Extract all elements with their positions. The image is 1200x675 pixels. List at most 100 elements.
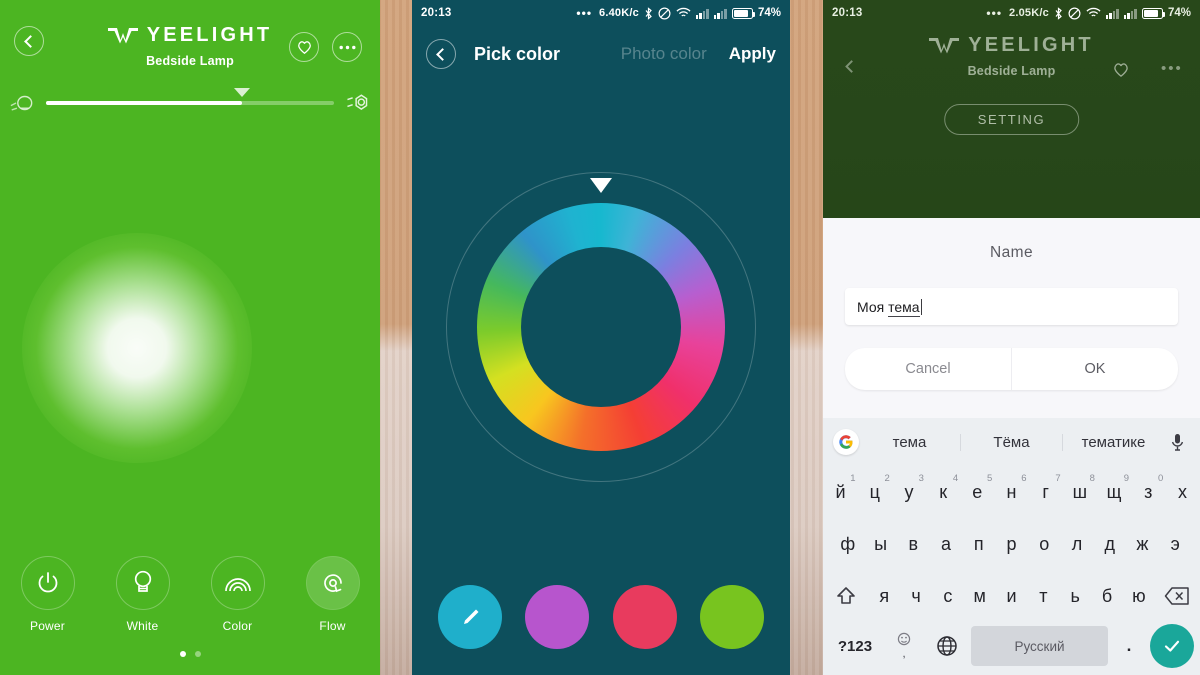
tab-white[interactable]: White: [104, 556, 182, 633]
key-г[interactable]: 7г: [1030, 470, 1061, 514]
dialog-title: Name: [990, 244, 1033, 261]
key-num: 5: [987, 473, 993, 484]
key-label: г: [1042, 481, 1049, 502]
key-б[interactable]: б: [1093, 574, 1122, 618]
key-label: ц: [869, 481, 880, 502]
key-ж[interactable]: ж: [1128, 522, 1158, 566]
slider-track[interactable]: [46, 88, 334, 105]
key-к[interactable]: 4к: [928, 470, 959, 514]
key-з[interactable]: 0з: [1133, 470, 1164, 514]
suggestion-1[interactable]: тема: [859, 434, 960, 451]
input-text-plain: Моя: [857, 298, 889, 315]
key-ы[interactable]: ы: [866, 522, 896, 566]
dimmed-app-background: 20:13 ••• 2.05K/c 74% YEELIGHT Bedside L…: [823, 0, 1200, 218]
key-ш[interactable]: 8ш: [1064, 470, 1095, 514]
key-ц[interactable]: 2ц: [859, 470, 890, 514]
key-ю[interactable]: ю: [1124, 574, 1153, 618]
key-х[interactable]: х: [1167, 470, 1198, 514]
shift-icon[interactable]: [825, 574, 867, 618]
key-л[interactable]: л: [1062, 522, 1092, 566]
key-num: 3: [918, 473, 924, 484]
ok-button[interactable]: OK: [1011, 348, 1178, 390]
key-у[interactable]: 3у: [893, 470, 924, 514]
period-key[interactable]: .: [1112, 626, 1146, 666]
brand-block: YEELIGHT Bedside Lamp: [0, 24, 380, 68]
google-logo-icon[interactable]: [833, 429, 859, 455]
color-wheel-pointer[interactable]: [590, 178, 612, 193]
key-э[interactable]: э: [1160, 522, 1190, 566]
tab-power[interactable]: Power: [9, 556, 87, 633]
microphone-icon[interactable]: [1164, 433, 1190, 452]
name-input[interactable]: Моя тема: [845, 288, 1178, 325]
suggestion-2[interactable]: Тёма: [960, 433, 1062, 451]
panel2-header: Pick color Photo color Apply: [412, 26, 790, 82]
color-wheel-gradient[interactable]: [477, 203, 725, 451]
page-dot-active[interactable]: [179, 651, 186, 657]
key-а[interactable]: а: [931, 522, 961, 566]
key-я[interactable]: я: [870, 574, 899, 618]
suggestion-3[interactable]: тематике: [1062, 433, 1164, 451]
key-й[interactable]: 1й: [825, 470, 856, 514]
key-н[interactable]: 6н: [996, 470, 1027, 514]
back-button[interactable]: [426, 39, 456, 69]
bulb-icon-wrap: [115, 556, 170, 610]
wifi-icon: [1086, 7, 1101, 17]
key-ф[interactable]: ф: [833, 522, 863, 566]
enter-key[interactable]: [1150, 624, 1194, 668]
setting-button[interactable]: SETTING: [943, 104, 1080, 135]
slider-thumb[interactable]: [233, 88, 250, 97]
key-т[interactable]: т: [1029, 574, 1058, 618]
name-input-value: Моя тема: [857, 298, 923, 317]
key-num: 6: [1021, 473, 1027, 484]
color-wheel[interactable]: [446, 172, 756, 482]
swatch-preset-green[interactable]: [700, 585, 765, 649]
tab-flow[interactable]: Flow: [294, 556, 372, 633]
tab-photo-color[interactable]: Photo color: [621, 44, 707, 64]
backspace-icon[interactable]: [1156, 574, 1198, 618]
color-swatch-row: [412, 585, 790, 649]
brightness-slider[interactable]: [0, 88, 380, 118]
favorite-button[interactable]: [1113, 62, 1129, 82]
key-num: 8: [1089, 473, 1095, 484]
emoji-comma-key[interactable]: ,: [885, 626, 923, 666]
swatch-preset-pink[interactable]: [612, 585, 677, 649]
rainbow-icon: [224, 578, 251, 592]
space-key[interactable]: Русский: [971, 626, 1108, 666]
tab-color[interactable]: Color: [199, 556, 277, 633]
key-щ[interactable]: 9щ: [1098, 470, 1129, 514]
bright-bulb-icon: [334, 92, 380, 114]
cancel-button[interactable]: Cancel: [845, 348, 1011, 390]
key-и[interactable]: и: [997, 574, 1026, 618]
key-num: 7: [1055, 473, 1061, 484]
battery-percent: 74%: [1167, 7, 1191, 19]
key-о[interactable]: о: [1029, 522, 1059, 566]
numbers-key[interactable]: ?123: [829, 626, 881, 666]
key-ч[interactable]: ч: [902, 574, 931, 618]
favorite-button[interactable]: [289, 32, 319, 62]
key-е[interactable]: 5е: [962, 470, 993, 514]
panel3-statusbar: 20:13 ••• 2.05K/c 74%: [823, 0, 1200, 26]
globe-icon[interactable]: [927, 626, 967, 666]
key-м[interactable]: м: [965, 574, 994, 618]
keyboard-row-3: я ч с м и т ь б ю: [823, 570, 1200, 622]
key-д[interactable]: д: [1095, 522, 1125, 566]
apply-button[interactable]: Apply: [729, 44, 776, 64]
emoji-icon: [897, 632, 911, 646]
name-dialog: Name Моя тема Cancel OK: [823, 218, 1200, 418]
swatch-preset-purple[interactable]: [525, 585, 590, 649]
lamp-glow-visual: [22, 233, 252, 463]
more-dots-icon[interactable]: •••: [1161, 60, 1183, 77]
statusbar-overflow-dots: •••: [576, 6, 593, 20]
swatch-custom-picker[interactable]: [437, 585, 502, 649]
pencil-icon: [463, 609, 479, 624]
tab-white-label: White: [126, 619, 159, 633]
key-с[interactable]: с: [933, 574, 962, 618]
key-ь[interactable]: ь: [1061, 574, 1090, 618]
key-р[interactable]: р: [997, 522, 1027, 566]
brand-block: YEELIGHT Bedside Lamp: [823, 34, 1200, 78]
on-screen-keyboard: тема Тёма тематике 1й 2ц 3у 4к 5е 6н 7 г…: [823, 418, 1200, 675]
key-п[interactable]: п: [964, 522, 994, 566]
key-в[interactable]: в: [898, 522, 928, 566]
page-dot-inactive[interactable]: [194, 651, 201, 657]
more-button[interactable]: [332, 32, 362, 62]
